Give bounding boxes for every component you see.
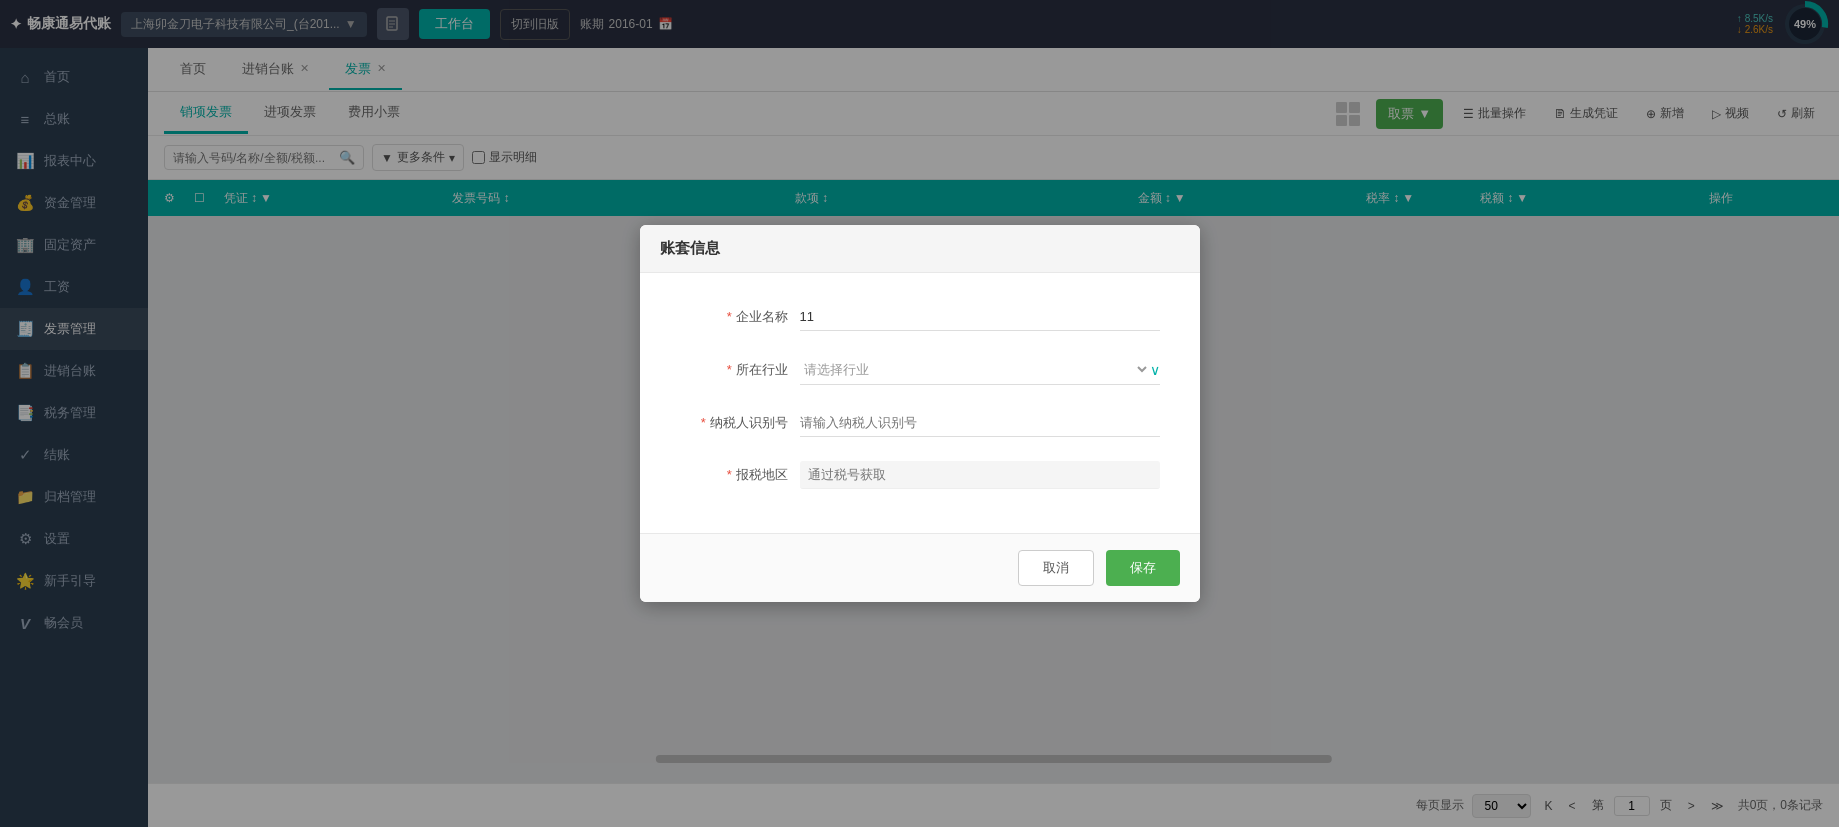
company-name-input[interactable] bbox=[800, 303, 1160, 331]
form-row-industry: * 所在行业 请选择行业 ∨ bbox=[680, 355, 1160, 385]
modal-footer: 取消 保存 bbox=[640, 533, 1200, 602]
required-star-3: * bbox=[701, 415, 706, 430]
required-star-4: * bbox=[727, 467, 732, 482]
tax-id-label: * 纳税人识别号 bbox=[680, 414, 800, 432]
form-row-tax-region: * 报税地区 bbox=[680, 461, 1160, 489]
industry-label: * 所在行业 bbox=[680, 361, 800, 379]
form-row-tax-id: * 纳税人识别号 bbox=[680, 409, 1160, 437]
required-star-1: * bbox=[727, 309, 732, 324]
company-name-label: * 企业名称 bbox=[680, 308, 800, 326]
tax-region-input bbox=[800, 461, 1160, 489]
modal-title: 账套信息 bbox=[660, 239, 1180, 258]
industry-select[interactable]: 请选择行业 bbox=[800, 355, 1150, 384]
modal-body: * 企业名称 * 所在行业 请选择行业 ∨ bbox=[640, 273, 1200, 533]
account-info-modal: 账套信息 * 企业名称 * 所在行业 请选择行业 bbox=[640, 225, 1200, 602]
form-row-company-name: * 企业名称 bbox=[680, 303, 1160, 331]
industry-select-wrap: 请选择行业 ∨ bbox=[800, 355, 1160, 385]
modal-overlay: 账套信息 * 企业名称 * 所在行业 请选择行业 bbox=[0, 0, 1839, 827]
tax-region-label: * 报税地区 bbox=[680, 466, 800, 484]
save-button[interactable]: 保存 bbox=[1106, 550, 1180, 586]
industry-chevron-icon: ∨ bbox=[1150, 362, 1160, 378]
modal-header: 账套信息 bbox=[640, 225, 1200, 273]
tax-id-input[interactable] bbox=[800, 409, 1160, 437]
cancel-button[interactable]: 取消 bbox=[1018, 550, 1094, 586]
required-star-2: * bbox=[727, 362, 732, 377]
